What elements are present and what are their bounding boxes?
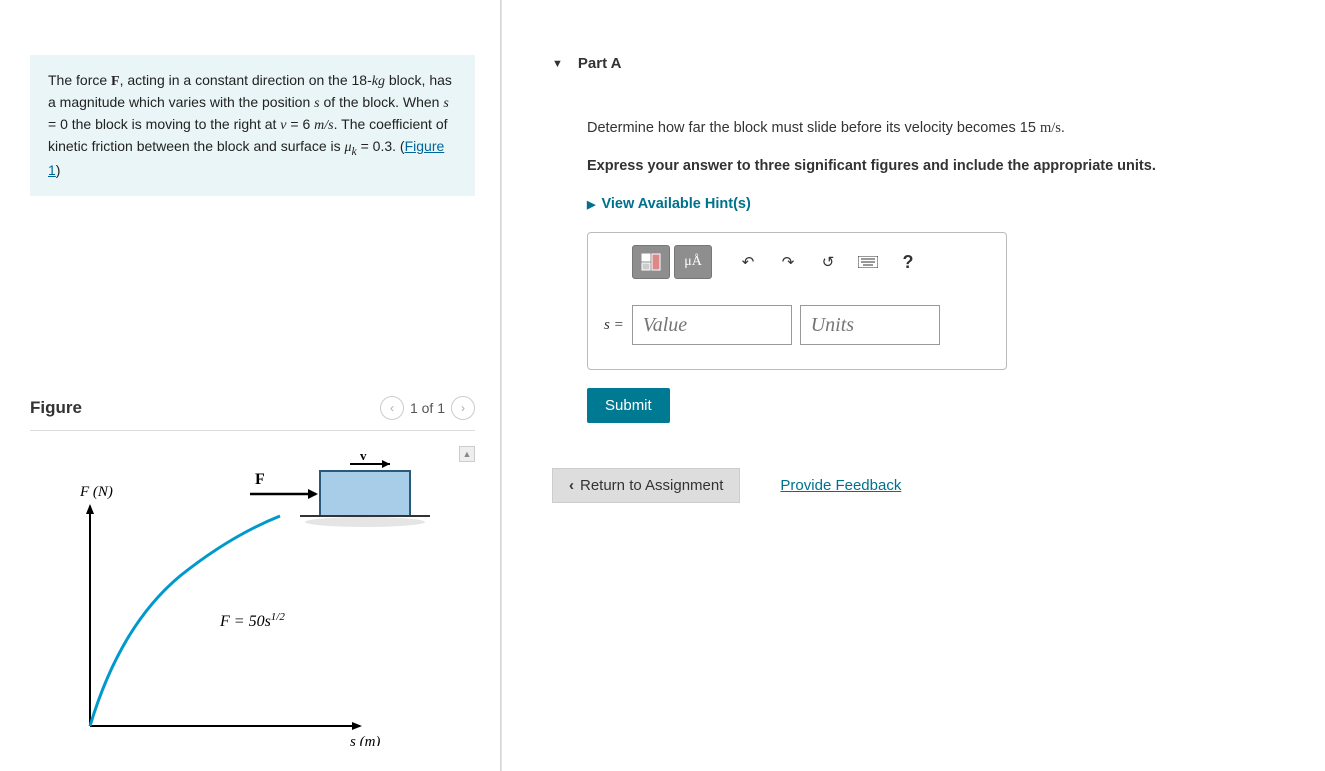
figure-image: ▲ v F xyxy=(30,446,475,756)
y-axis-label: F (N) xyxy=(79,484,113,500)
velocity-label: v xyxy=(360,448,367,463)
help-button[interactable]: ? xyxy=(890,246,926,278)
keyboard-button[interactable] xyxy=(850,246,886,278)
instruction-text: Express your answer to three significant… xyxy=(587,158,1295,174)
return-button[interactable]: ‹ Return to Assignment xyxy=(552,468,740,503)
figure-pager: 1 of 1 xyxy=(410,400,445,416)
equation-label: F = 50s1/2 xyxy=(219,611,285,630)
templates-button[interactable] xyxy=(632,245,670,279)
variable-label: s = xyxy=(600,317,624,334)
units-input[interactable] xyxy=(800,305,940,345)
figure-title: Figure xyxy=(30,398,82,418)
problem-statement: The force F, acting in a constant direct… xyxy=(30,55,475,196)
undo-button[interactable]: ↶ xyxy=(730,246,766,278)
figure-scroll-up[interactable]: ▲ xyxy=(459,446,475,462)
answer-box: μÅ ↶ ↷ ↺ ? s = xyxy=(587,232,1007,370)
figure-prev-button[interactable]: ‹ xyxy=(380,396,404,420)
redo-button[interactable]: ↷ xyxy=(770,246,806,278)
figure-link[interactable]: Figure 1 xyxy=(48,138,444,178)
hints-toggle[interactable]: ▶ View Available Hint(s) xyxy=(587,196,751,212)
feedback-link[interactable]: Provide Feedback xyxy=(780,477,901,494)
figure-next-button[interactable]: › xyxy=(451,396,475,420)
force-label: F xyxy=(255,471,265,488)
question-text: Determine how far the block must slide b… xyxy=(587,117,1295,140)
part-title: Part A xyxy=(578,55,622,72)
x-axis-label: s (m) xyxy=(350,734,380,746)
reset-button[interactable]: ↺ xyxy=(810,246,846,278)
units-button[interactable]: μÅ xyxy=(674,245,712,279)
chevron-right-icon: ▶ xyxy=(587,198,595,211)
submit-button[interactable]: Submit xyxy=(587,388,670,423)
part-collapse-icon[interactable]: ▼ xyxy=(552,58,563,70)
chevron-left-icon: ‹ xyxy=(569,477,574,494)
value-input[interactable] xyxy=(632,305,792,345)
